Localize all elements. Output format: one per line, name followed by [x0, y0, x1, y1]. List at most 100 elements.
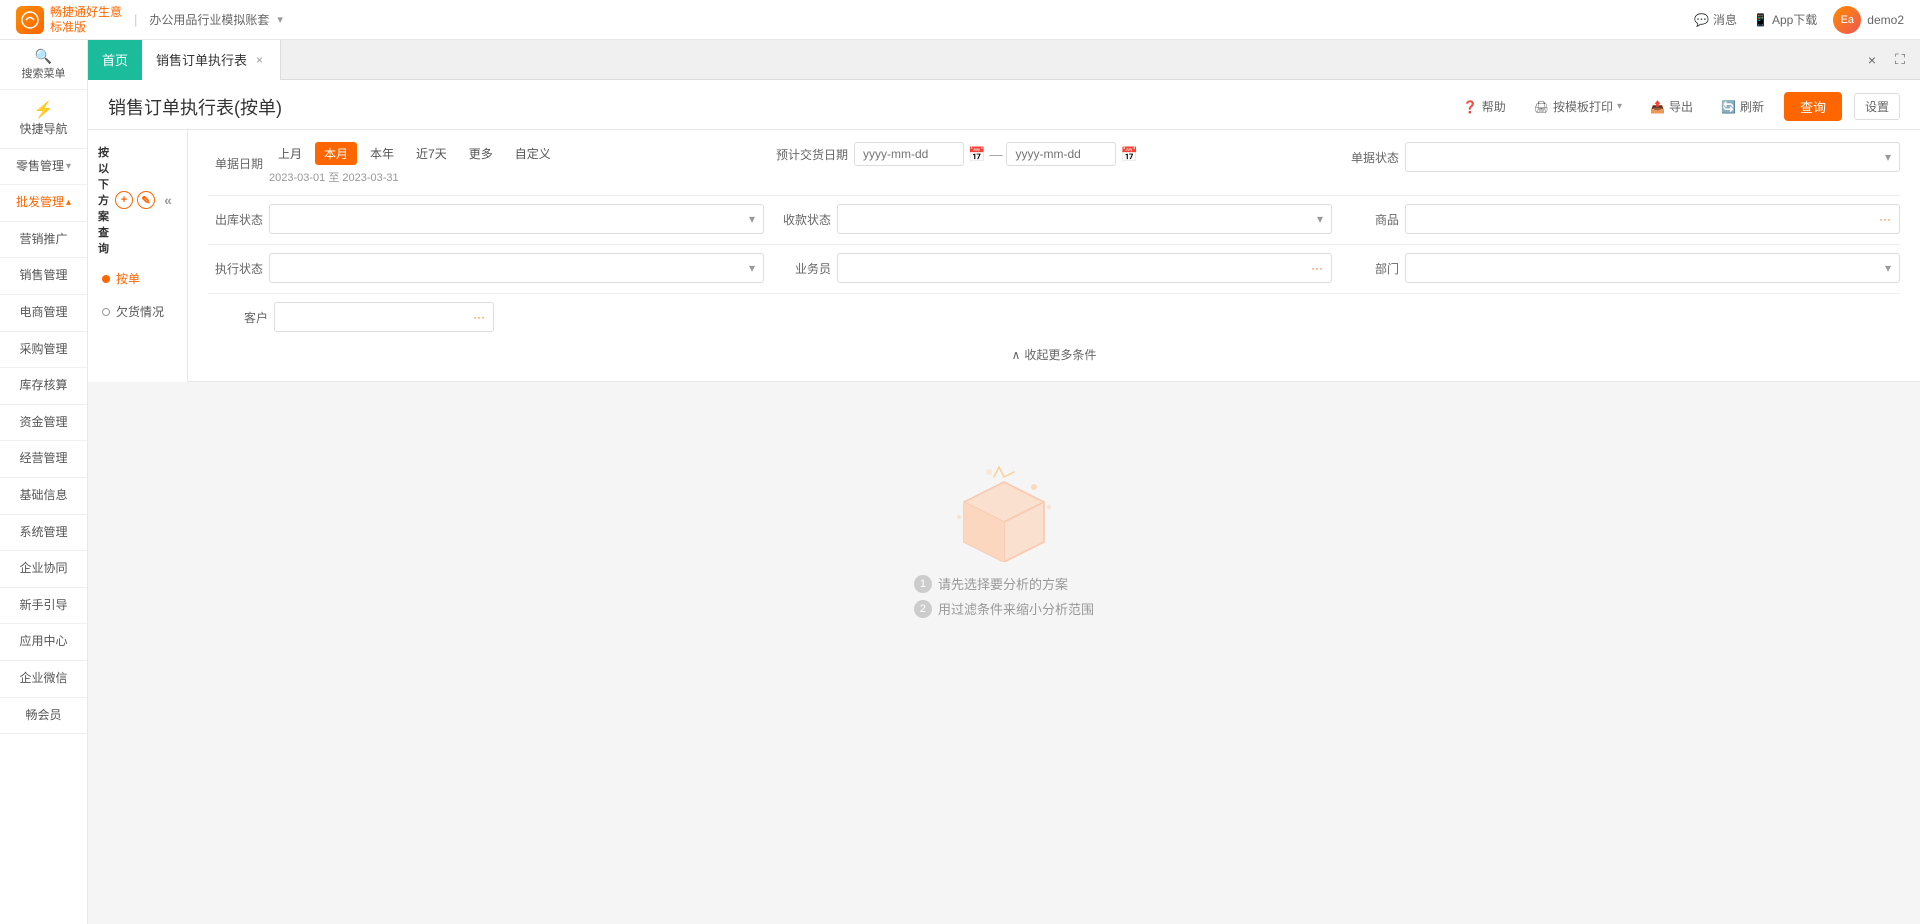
date-tab-last-month[interactable]: 上月 [269, 142, 311, 165]
window-close-btn[interactable]: × [1860, 48, 1884, 72]
department-wrapper: ▾ [1405, 253, 1900, 283]
window-expand-btn[interactable]: ⛶ [1888, 48, 1912, 72]
date-tab-more[interactable]: 更多 [460, 142, 502, 165]
avatar: Ea [1833, 6, 1861, 34]
goods-dots: ··· [1879, 212, 1891, 226]
user-profile[interactable]: Ea demo2 [1833, 6, 1904, 34]
collection-label: 收款状态 [776, 211, 831, 228]
header-left: 畅捷通好生意 标准版 | 办公用品行业模拟账套 ▾ [16, 5, 283, 34]
print-btn[interactable]: 🖨 按模板打印 ▾ [1526, 94, 1630, 119]
sidebar-item-inventory[interactable]: 库存核算 [0, 368, 87, 405]
empty-hints: 1 请先选择要分析的方案 2 用过滤条件来缩小分析范围 [914, 574, 1094, 618]
date-tab-custom[interactable]: 自定义 [506, 142, 560, 165]
empty-state: 1 请先选择要分析的方案 2 用过滤条件来缩小分析范围 [88, 382, 1920, 698]
expected-date-label: 预计交货日期 [776, 146, 848, 163]
sidebar-item-member[interactable]: 畅会员 [0, 698, 87, 735]
sidebar-item-purchase[interactable]: 采购管理 [0, 332, 87, 369]
sidebar-item-retail[interactable]: 零售管理 ▾ [0, 149, 87, 186]
tab-home[interactable]: 首页 [88, 40, 142, 80]
main-layout: 🔍 搜索菜单 ⚡ 快捷导航 零售管理 ▾ 批发管理 ▴ 营销推广 销售管理 电商… [0, 40, 1920, 924]
filter-cell-department: 部门 ▾ [1344, 253, 1900, 283]
department-select[interactable]: ▾ [1405, 253, 1900, 283]
collection-wrapper: ▾ [837, 204, 1332, 234]
shortcut-icon: ⚡ [34, 100, 54, 120]
message-btn[interactable]: 💬 消息 [1694, 11, 1737, 28]
cal-icon-from[interactable]: 📅 [968, 146, 985, 163]
plan-arrears[interactable]: 欠货情况 [88, 295, 187, 328]
doc-status-select[interactable]: ▾ [1405, 142, 1900, 172]
hint-num-1: 1 [914, 575, 932, 593]
breadcrumb-arrow[interactable]: ▾ [277, 13, 283, 26]
date-tab-last7[interactable]: 近7天 [407, 142, 456, 165]
sidebar-item-apps[interactable]: 应用中心 [0, 624, 87, 661]
sub-sidebar: 按以下方案查询 + ✎ « 按单 欠货情况 [88, 130, 188, 382]
logo-icon [16, 6, 44, 34]
sidebar-item-ecommerce[interactable]: 电商管理 [0, 295, 87, 332]
sidebar-search[interactable]: 🔍 搜索菜单 [0, 40, 87, 90]
outbound-select[interactable]: ▾ [269, 204, 764, 234]
collection-select[interactable]: ▾ [837, 204, 1332, 234]
refresh-btn[interactable]: 🔄 刷新 [1713, 94, 1772, 119]
date-tab-current-year[interactable]: 本年 [361, 142, 403, 165]
content-area: 首页 销售订单执行表 × × ⛶ 销售订单执行表(按单) ❓ 帮助 [88, 40, 1920, 924]
tab-bar: 首页 销售订单执行表 × × ⛶ [88, 40, 1920, 80]
collapse-filter-btn[interactable]: ∧ 收起更多条件 [992, 340, 1117, 369]
salesperson-field[interactable]: ··· [837, 253, 1332, 283]
logo-text: 畅捷通好生意 标准版 [50, 5, 122, 34]
collection-chevron: ▾ [1317, 212, 1323, 226]
filter-cell-execution: 执行状态 ▾ [208, 253, 764, 283]
sidebar-item-finance[interactable]: 资金管理 [0, 405, 87, 442]
refresh-icon: 🔄 [1721, 100, 1736, 114]
help-icon: ❓ [1463, 100, 1478, 114]
sidebar-item-shortcut[interactable]: ⚡ 快捷导航 [0, 90, 87, 149]
filter-divider-3 [208, 293, 1900, 294]
retail-arrow: ▾ [66, 161, 71, 172]
message-icon: 💬 [1694, 13, 1709, 27]
expected-date-from[interactable] [854, 142, 964, 166]
sidebar-item-wechat[interactable]: 企业微信 [0, 661, 87, 698]
execution-select[interactable]: ▾ [269, 253, 764, 283]
sidebar-item-marketing[interactable]: 营销推广 [0, 222, 87, 259]
app-download-btn[interactable]: 📱 App下载 [1753, 11, 1817, 28]
collapse-icon: ∧ [1012, 348, 1021, 362]
collapse-plan-btn[interactable]: « [159, 191, 177, 209]
settings-btn[interactable]: 设置 [1854, 93, 1900, 120]
add-plan-btn[interactable]: + [115, 191, 133, 209]
goods-field[interactable]: ··· [1405, 204, 1900, 234]
filter-cell-doc-status: 单据状态 ▾ [1344, 142, 1900, 172]
sidebar-item-enterprise[interactable]: 企业协同 [0, 551, 87, 588]
sidebar-item-base[interactable]: 基础信息 [0, 478, 87, 515]
sidebar-item-wholesale[interactable]: 批发管理 ▴ [0, 185, 87, 222]
tab-close-btn[interactable]: × [253, 52, 266, 68]
goods-label: 商品 [1344, 211, 1399, 228]
plan-order[interactable]: 按单 [88, 262, 187, 295]
filter-cell-collection: 收款状态 ▾ [776, 204, 1332, 234]
download-icon: 📱 [1753, 13, 1768, 27]
search-btn[interactable]: 查询 [1784, 92, 1842, 121]
cal-icon-to[interactable]: 📅 [1120, 146, 1137, 163]
sidebar-item-operation[interactable]: 经营管理 [0, 441, 87, 478]
plan-arrears-dot [102, 308, 110, 316]
export-btn[interactable]: 📤 导出 [1642, 94, 1701, 119]
sidebar-item-sales[interactable]: 销售管理 [0, 258, 87, 295]
sub-sidebar-header: 按以下方案查询 + ✎ « [88, 138, 187, 262]
page-title-bar: 销售订单执行表(按单) ❓ 帮助 🖨 按模板打印 ▾ 📤 导出 [88, 80, 1920, 130]
plan-order-dot [102, 275, 110, 283]
date-tab-current-month[interactable]: 本月 [315, 142, 357, 165]
tab-sales-order[interactable]: 销售订单执行表 × [142, 40, 281, 80]
empty-hint-2: 2 用过滤条件来缩小分析范围 [914, 599, 1094, 618]
empty-hint-1: 1 请先选择要分析的方案 [914, 574, 1094, 593]
sidebar-item-newbie[interactable]: 新手引导 [0, 588, 87, 625]
breadcrumb-item[interactable]: 办公用品行业模拟账套 [149, 11, 269, 28]
customer-field[interactable]: ··· [274, 302, 494, 332]
customer-wrapper: ··· [274, 302, 494, 332]
execution-wrapper: ▾ [269, 253, 764, 283]
edit-plan-btn[interactable]: ✎ [137, 191, 155, 209]
page-title: 销售订单执行表(按单) [108, 94, 282, 120]
header-right: 💬 消息 📱 App下载 Ea demo2 [1694, 6, 1904, 34]
logo-area[interactable]: 畅捷通好生意 标准版 [16, 5, 122, 34]
execution-label: 执行状态 [208, 260, 263, 277]
sidebar-item-system[interactable]: 系统管理 [0, 515, 87, 552]
expected-date-to[interactable] [1006, 142, 1116, 166]
help-btn[interactable]: ❓ 帮助 [1455, 94, 1514, 119]
